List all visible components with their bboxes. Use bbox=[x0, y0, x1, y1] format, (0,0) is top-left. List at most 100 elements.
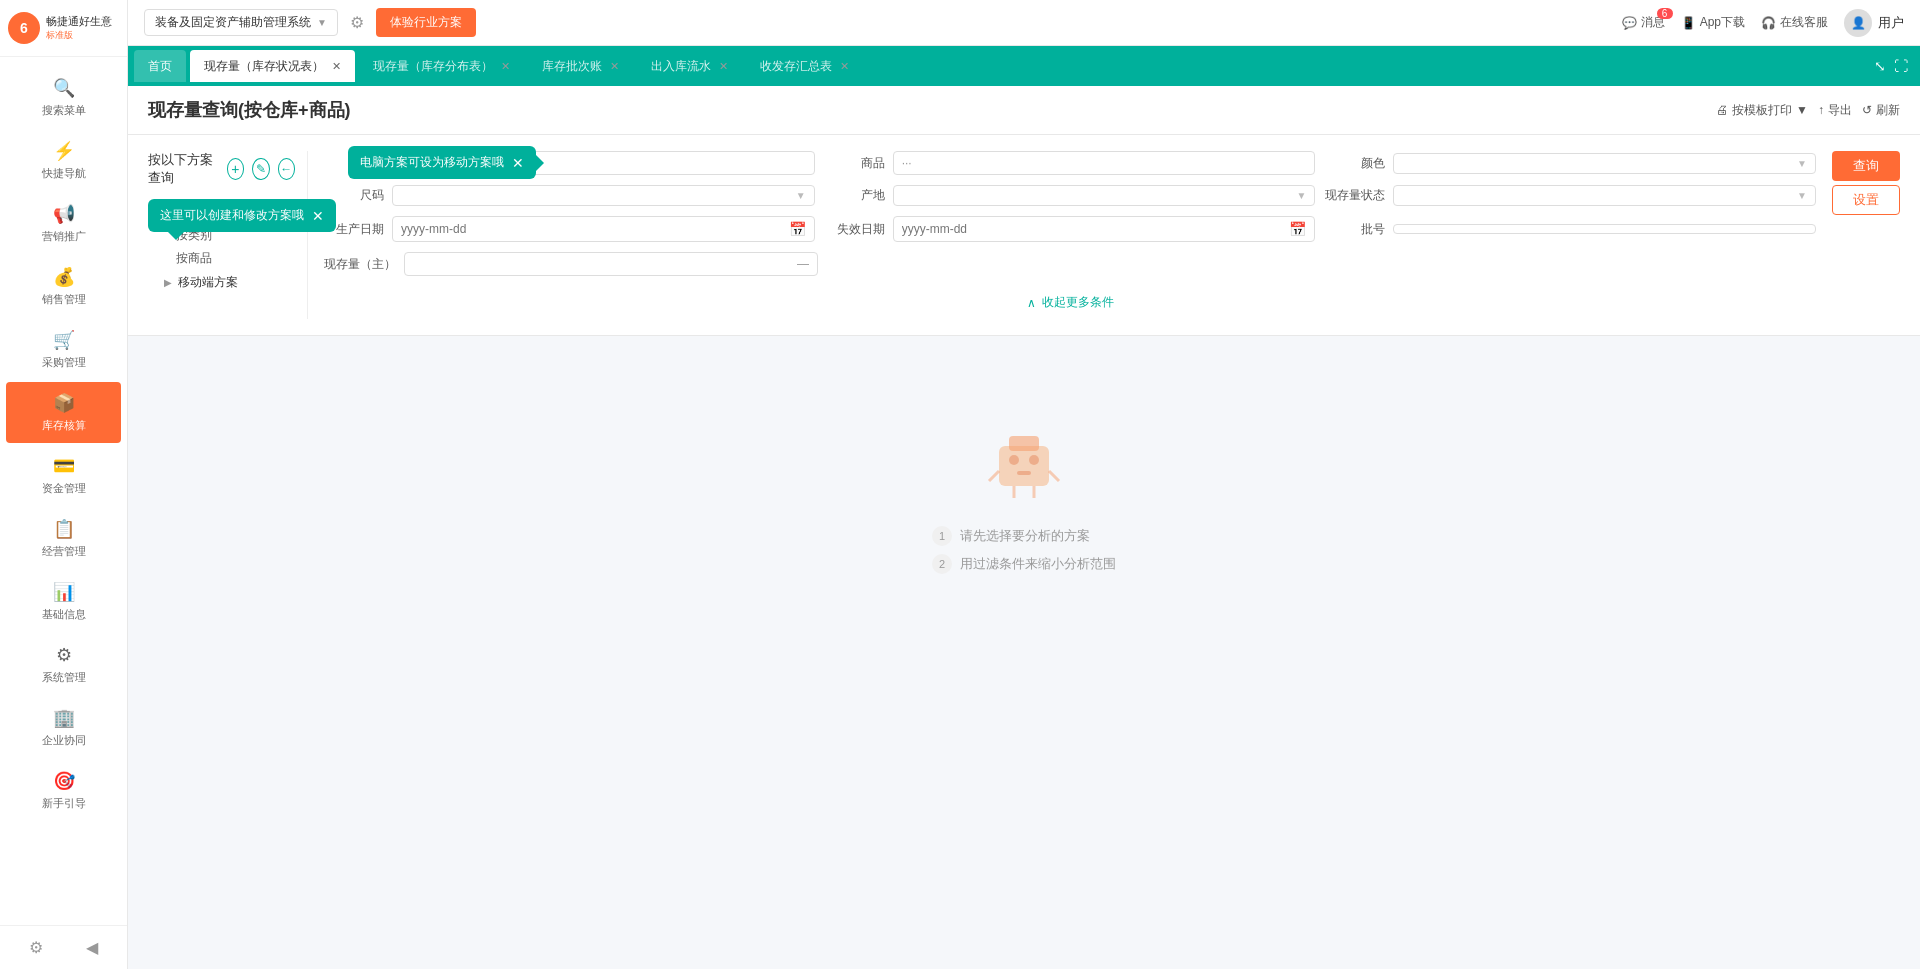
sidebar-item-guide[interactable]: 🎯 新手引导 bbox=[6, 760, 121, 821]
filter-row1: 仓库 ··· 商品 ··· 颜色 bbox=[324, 151, 1816, 175]
tab-inventory-status[interactable]: 现存量（库存状况表） ✕ bbox=[190, 50, 355, 82]
svg-line-6 bbox=[1049, 471, 1059, 481]
scheme-desktop-sub2[interactable]: 按商品 bbox=[148, 247, 295, 270]
tooltip1-text: 电脑方案可设为移动方案哦 bbox=[360, 154, 504, 171]
svg-line-5 bbox=[989, 471, 999, 481]
sidebar-item-sales[interactable]: 💰 销售管理 bbox=[6, 256, 121, 317]
empty-step-2: 2 用过滤条件来缩小分析范围 bbox=[932, 554, 1116, 574]
sidebar-item-purchase[interactable]: 🛒 采购管理 bbox=[6, 319, 121, 380]
tab-inventory-status-close[interactable]: ✕ bbox=[332, 60, 341, 73]
app-download-action[interactable]: 📱 App下载 bbox=[1681, 14, 1745, 31]
expire-date-input[interactable] bbox=[902, 222, 1290, 236]
online-support-action[interactable]: 🎧 在线客服 bbox=[1761, 14, 1828, 31]
tab-in-out-flow[interactable]: 出入库流水 ✕ bbox=[637, 50, 742, 82]
stock-status-control[interactable]: ▼ bbox=[1393, 185, 1816, 206]
tab-home-label: 首页 bbox=[148, 58, 172, 75]
filter-stock-main: 现存量（主） — bbox=[324, 252, 818, 276]
message-action[interactable]: 💬 消息 6 bbox=[1622, 14, 1665, 31]
stock-status-dropdown-icon: ▼ bbox=[1797, 190, 1807, 201]
produce-date-input[interactable] bbox=[401, 222, 789, 236]
batch-control[interactable] bbox=[1393, 224, 1816, 234]
search-button[interactable]: 查询 bbox=[1832, 151, 1900, 181]
collapse-sidebar-icon[interactable]: ◀ bbox=[82, 934, 102, 961]
sidebar-item-basic[interactable]: 📊 基础信息 bbox=[6, 571, 121, 632]
expire-date-calendar-icon: 📅 bbox=[1289, 221, 1306, 237]
search-icon: 🔍 bbox=[53, 77, 75, 99]
export-icon: ↑ bbox=[1818, 103, 1824, 117]
sidebar-item-operations[interactable]: 📋 经营管理 bbox=[6, 508, 121, 569]
tab-inventory-dist-close[interactable]: ✕ bbox=[501, 60, 510, 73]
logo-text: 畅捷通好生意 bbox=[46, 14, 112, 28]
filter-row3: 生产日期 📅 失效日期 📅 bbox=[324, 216, 1816, 242]
tooltip1-close[interactable]: ✕ bbox=[512, 155, 524, 171]
user-area[interactable]: 👤 用户 bbox=[1844, 9, 1904, 37]
set-button[interactable]: 设置 bbox=[1832, 185, 1900, 215]
sidebar: 6 畅捷通好生意 标准版 🔍 搜索菜单 ⚡ 快捷导航 📢 营销推广 💰 销售管理… bbox=[0, 0, 128, 969]
tab-inventory-batch[interactable]: 库存批次账 ✕ bbox=[528, 50, 633, 82]
trial-button[interactable]: 体验行业方案 bbox=[376, 8, 476, 37]
svg-point-3 bbox=[1029, 455, 1039, 465]
system-icon: ⚙ bbox=[56, 644, 72, 666]
system-selector[interactable]: 装备及固定资产辅助管理系统 ▼ bbox=[144, 9, 338, 36]
filter-size: 尺码 ▼ bbox=[324, 185, 815, 206]
print-action[interactable]: 🖨 按模板打印 ▼ bbox=[1716, 102, 1808, 119]
tooltip1-popup: 电脑方案可设为移动方案哦 ✕ bbox=[348, 146, 536, 179]
sidebar-item-marketing[interactable]: 📢 营销推广 bbox=[6, 193, 121, 254]
logo-icon: 6 bbox=[8, 12, 40, 44]
tab-inventory-dist[interactable]: 现存量（库存分布表） ✕ bbox=[359, 50, 524, 82]
goods-control[interactable]: ··· bbox=[893, 151, 1316, 175]
sidebar-bottom: ⚙ ◀ bbox=[0, 925, 127, 969]
sales-icon: 💰 bbox=[53, 266, 75, 288]
refresh-action[interactable]: ↺ 刷新 bbox=[1862, 102, 1900, 119]
sidebar-item-search[interactable]: 🔍 搜索菜单 bbox=[6, 67, 121, 128]
guide-icon: 🎯 bbox=[53, 770, 75, 792]
logo-badge: 标准版 bbox=[46, 29, 112, 42]
tab-maximize-icon[interactable]: ⤡ bbox=[1874, 58, 1886, 74]
edit-scheme-button[interactable]: ✎ bbox=[252, 158, 270, 180]
message-badge: 6 bbox=[1657, 8, 1673, 19]
size-control[interactable]: ▼ bbox=[392, 185, 815, 206]
sidebar-item-quick-nav[interactable]: ⚡ 快捷导航 bbox=[6, 130, 121, 191]
tab-inventory-dist-label: 现存量（库存分布表） bbox=[373, 58, 493, 75]
back-button[interactable]: ← bbox=[278, 158, 296, 180]
export-action[interactable]: ↑ 导出 bbox=[1818, 102, 1852, 119]
filter-goods: 商品 ··· bbox=[825, 151, 1316, 175]
sidebar-item-inventory[interactable]: 📦 库存核算 bbox=[6, 382, 121, 443]
goods-label: 商品 bbox=[825, 155, 885, 172]
collapse-bar[interactable]: ∧ 收起更多条件 bbox=[324, 286, 1816, 319]
settings-bottom-icon[interactable]: ⚙ bbox=[25, 934, 47, 961]
filter-stock-status: 现存量状态 ▼ bbox=[1325, 185, 1816, 206]
content-area: 现存量查询(按仓库+商品) 🖨 按模板打印 ▼ ↑ 导出 ↺ 刷新 bbox=[128, 86, 1920, 969]
avatar-icon: 👤 bbox=[1851, 16, 1866, 30]
sidebar-item-system[interactable]: ⚙ 系统管理 bbox=[6, 634, 121, 695]
produce-date-control[interactable]: 📅 bbox=[392, 216, 815, 242]
filter-area: 仓库 ··· 商品 ··· 颜色 bbox=[324, 151, 1816, 319]
stock-main-control[interactable]: — bbox=[404, 252, 818, 276]
tab-in-out-flow-close[interactable]: ✕ bbox=[719, 60, 728, 73]
headset-icon: 🎧 bbox=[1761, 16, 1776, 30]
tab-in-out-flow-label: 出入库流水 bbox=[651, 58, 711, 75]
tooltip2-popup: 这里可以创建和修改方案哦 ✕ bbox=[148, 199, 336, 232]
tab-home[interactable]: 首页 bbox=[134, 50, 186, 82]
sidebar-item-finance[interactable]: 💳 资金管理 bbox=[6, 445, 121, 506]
color-dropdown-icon: ▼ bbox=[1797, 158, 1807, 169]
tab-inventory-batch-close[interactable]: ✕ bbox=[610, 60, 619, 73]
empty-steps: 1 请先选择要分析的方案 2 用过滤条件来缩小分析范围 bbox=[932, 526, 1116, 574]
scheme-mobile[interactable]: ▶ 移动端方案 bbox=[148, 270, 295, 295]
empty-icon bbox=[979, 416, 1069, 506]
color-control[interactable]: ▼ bbox=[1393, 153, 1816, 174]
tooltip2-close[interactable]: ✕ bbox=[312, 208, 324, 224]
tab-fullscreen-icon[interactable]: ⛶ bbox=[1894, 58, 1908, 74]
operations-icon: 📋 bbox=[53, 518, 75, 540]
gear-button[interactable]: ⚙ bbox=[350, 13, 364, 32]
origin-control[interactable]: ▼ bbox=[893, 185, 1316, 206]
tab-collect-summary-close[interactable]: ✕ bbox=[840, 60, 849, 73]
user-name: 用户 bbox=[1878, 14, 1904, 32]
tab-collect-summary[interactable]: 收发存汇总表 ✕ bbox=[746, 50, 863, 82]
svg-rect-1 bbox=[1009, 436, 1039, 451]
expire-date-control[interactable]: 📅 bbox=[893, 216, 1316, 242]
add-scheme-button[interactable]: + bbox=[227, 158, 245, 180]
sidebar-item-enterprise[interactable]: 🏢 企业协同 bbox=[6, 697, 121, 758]
query-label: 按以下方案查询 bbox=[148, 151, 219, 187]
origin-label: 产地 bbox=[825, 187, 885, 204]
